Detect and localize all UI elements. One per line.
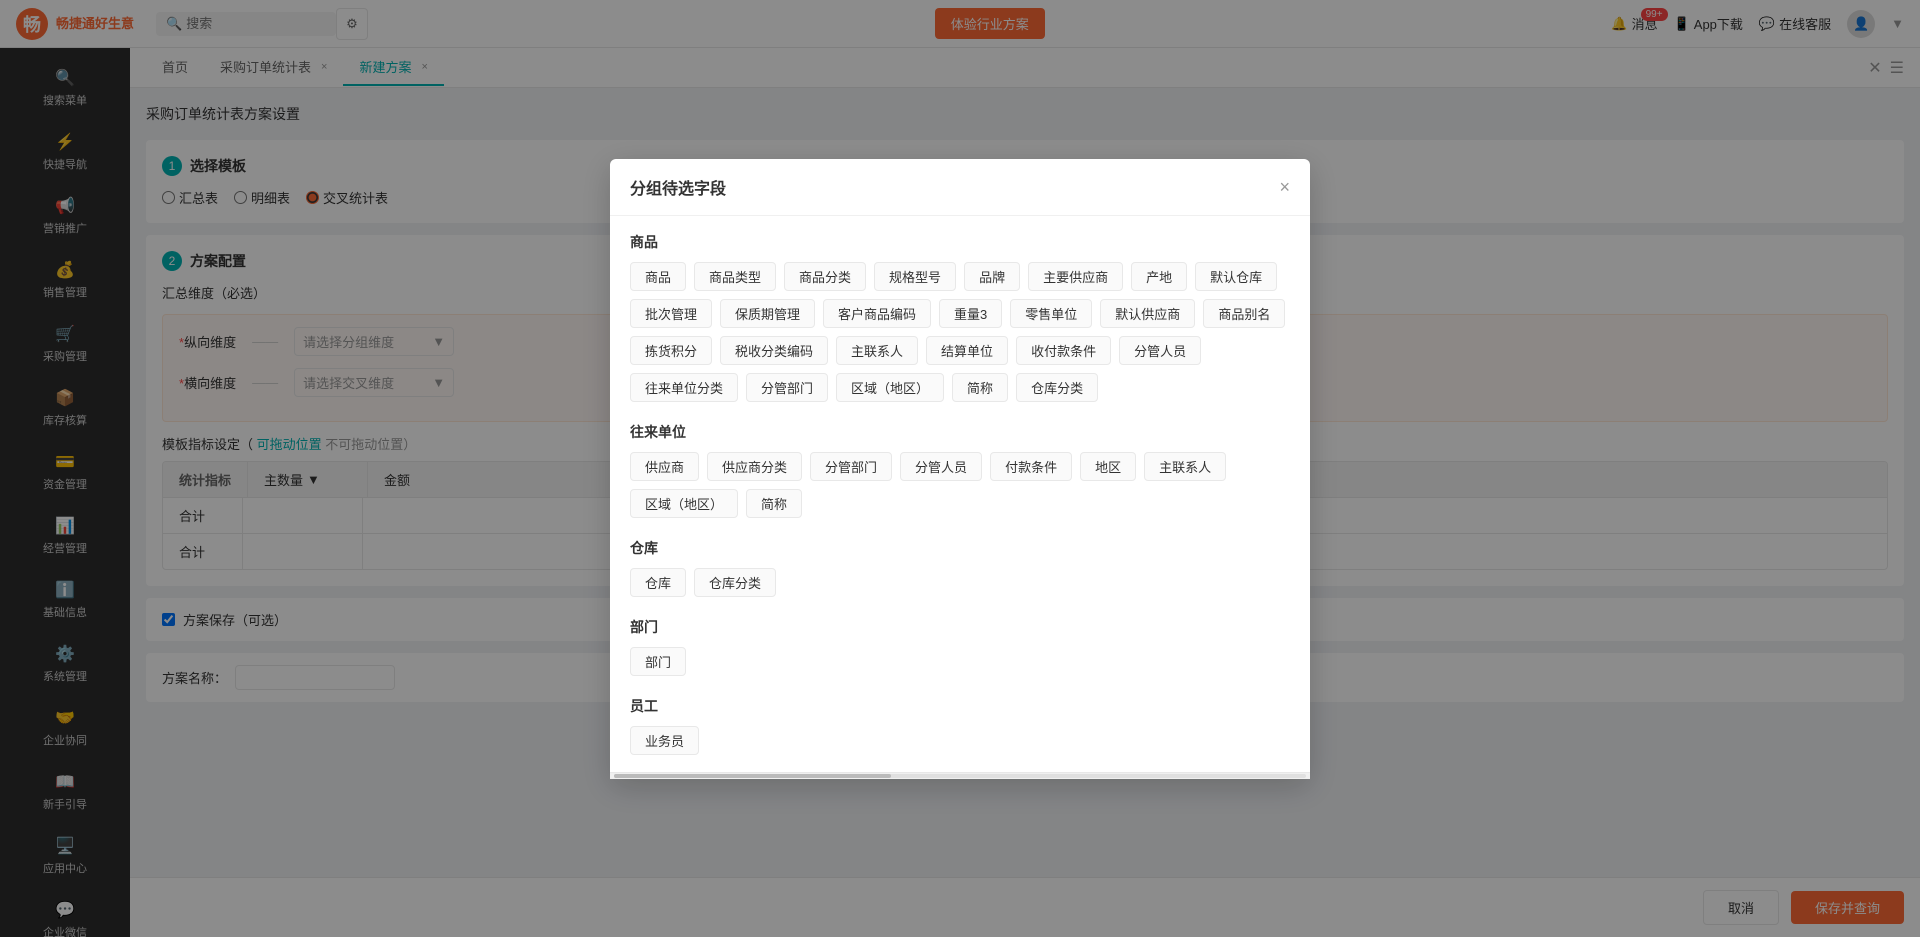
field-tag-1-4[interactable]: 付款条件: [990, 452, 1072, 481]
field-tag-1-1[interactable]: 供应商分类: [707, 452, 802, 481]
field-tag-0-16[interactable]: 税收分类编码: [720, 336, 828, 365]
dialog-title: 分组待选字段: [630, 175, 726, 199]
field-tag-0-19[interactable]: 收付款条件: [1016, 336, 1111, 365]
field-group-title-2: 仓库: [630, 538, 1290, 558]
field-tags-4: 业务员: [630, 726, 1290, 755]
field-tag-0-23[interactable]: 区域（地区）: [836, 373, 944, 402]
field-tag-4-0[interactable]: 业务员: [630, 726, 699, 755]
field-tag-2-0[interactable]: 仓库: [630, 568, 686, 597]
field-tag-0-13[interactable]: 默认供应商: [1100, 299, 1195, 328]
dialog-close-button[interactable]: ×: [1279, 178, 1290, 196]
field-tag-1-5[interactable]: 地区: [1080, 452, 1136, 481]
field-tag-0-1[interactable]: 商品类型: [694, 262, 776, 291]
field-tag-3-0[interactable]: 部门: [630, 647, 686, 676]
field-group-0: 商品商品商品类型商品分类规格型号品牌主要供应商产地默认仓库批次管理保质期管理客户…: [630, 232, 1290, 402]
field-tag-0-20[interactable]: 分管人员: [1119, 336, 1201, 365]
field-selector-dialog: 分组待选字段 × 商品商品商品类型商品分类规格型号品牌主要供应商产地默认仓库批次…: [610, 159, 1310, 779]
field-group-1: 往来单位供应商供应商分类分管部门分管人员付款条件地区主联系人区域（地区） 简称: [630, 422, 1290, 518]
field-tag-0-6[interactable]: 产地: [1131, 262, 1187, 291]
field-tags-2: 仓库仓库分类: [630, 568, 1290, 597]
field-group-title-4: 员工: [630, 696, 1290, 716]
dialog-overlay: 分组待选字段 × 商品商品商品类型商品分类规格型号品牌主要供应商产地默认仓库批次…: [0, 0, 1920, 937]
field-tag-1-6[interactable]: 主联系人: [1144, 452, 1226, 481]
field-group-title-0: 商品: [630, 232, 1290, 252]
field-tag-0-11[interactable]: 重量3: [939, 299, 1002, 328]
field-tag-0-18[interactable]: 结算单位: [926, 336, 1008, 365]
dialog-body: 商品商品商品类型商品分类规格型号品牌主要供应商产地默认仓库批次管理保质期管理客户…: [610, 216, 1310, 772]
field-tag-1-0[interactable]: 供应商: [630, 452, 699, 481]
field-group-title-1: 往来单位: [630, 422, 1290, 442]
field-tag-0-4[interactable]: 品牌: [964, 262, 1020, 291]
field-tag-2-1[interactable]: 仓库分类: [694, 568, 776, 597]
field-tag-1-3[interactable]: 分管人员: [900, 452, 982, 481]
field-tag-0-12[interactable]: 零售单位: [1010, 299, 1092, 328]
field-tag-0-21[interactable]: 往来单位分类: [630, 373, 738, 402]
field-tag-0-24[interactable]: 简称: [952, 373, 1008, 402]
hscroll-thumb: [614, 774, 891, 778]
field-tag-0-3[interactable]: 规格型号: [874, 262, 956, 291]
field-tags-1: 供应商供应商分类分管部门分管人员付款条件地区主联系人区域（地区） 简称: [630, 452, 1290, 518]
field-tag-0-10[interactable]: 客户商品编码: [823, 299, 931, 328]
field-tag-0-8[interactable]: 批次管理: [630, 299, 712, 328]
field-group-3: 部门部门: [630, 617, 1290, 676]
hscroll-track: [614, 774, 1306, 778]
field-tags-0: 商品商品类型商品分类规格型号品牌主要供应商产地默认仓库批次管理保质期管理客户商品…: [630, 262, 1290, 402]
field-tag-1-2[interactable]: 分管部门: [810, 452, 892, 481]
field-tag-0-9[interactable]: 保质期管理: [720, 299, 815, 328]
field-tag-0-7[interactable]: 默认仓库: [1195, 262, 1277, 291]
field-group-2: 仓库仓库仓库分类: [630, 538, 1290, 597]
field-tags-3: 部门: [630, 647, 1290, 676]
dialog-horizontal-scrollbar[interactable]: [610, 772, 1310, 779]
field-tag-0-2[interactable]: 商品分类: [784, 262, 866, 291]
field-tag-0-25[interactable]: 仓库分类: [1016, 373, 1098, 402]
field-group-title-3: 部门: [630, 617, 1290, 637]
dialog-header: 分组待选字段 ×: [610, 159, 1310, 216]
field-tag-0-17[interactable]: 主联系人: [836, 336, 918, 365]
field-tag-1-7[interactable]: 区域（地区）: [630, 489, 738, 518]
field-tag-0-5[interactable]: 主要供应商: [1028, 262, 1123, 291]
field-tag-0-0[interactable]: 商品: [630, 262, 686, 291]
field-tag-0-14[interactable]: 商品别名: [1203, 299, 1285, 328]
field-tag-0-15[interactable]: 拣货积分: [630, 336, 712, 365]
field-group-4: 员工业务员: [630, 696, 1290, 755]
field-tag-0-22[interactable]: 分管部门: [746, 373, 828, 402]
field-tag-1-8[interactable]: 简称: [746, 489, 802, 518]
